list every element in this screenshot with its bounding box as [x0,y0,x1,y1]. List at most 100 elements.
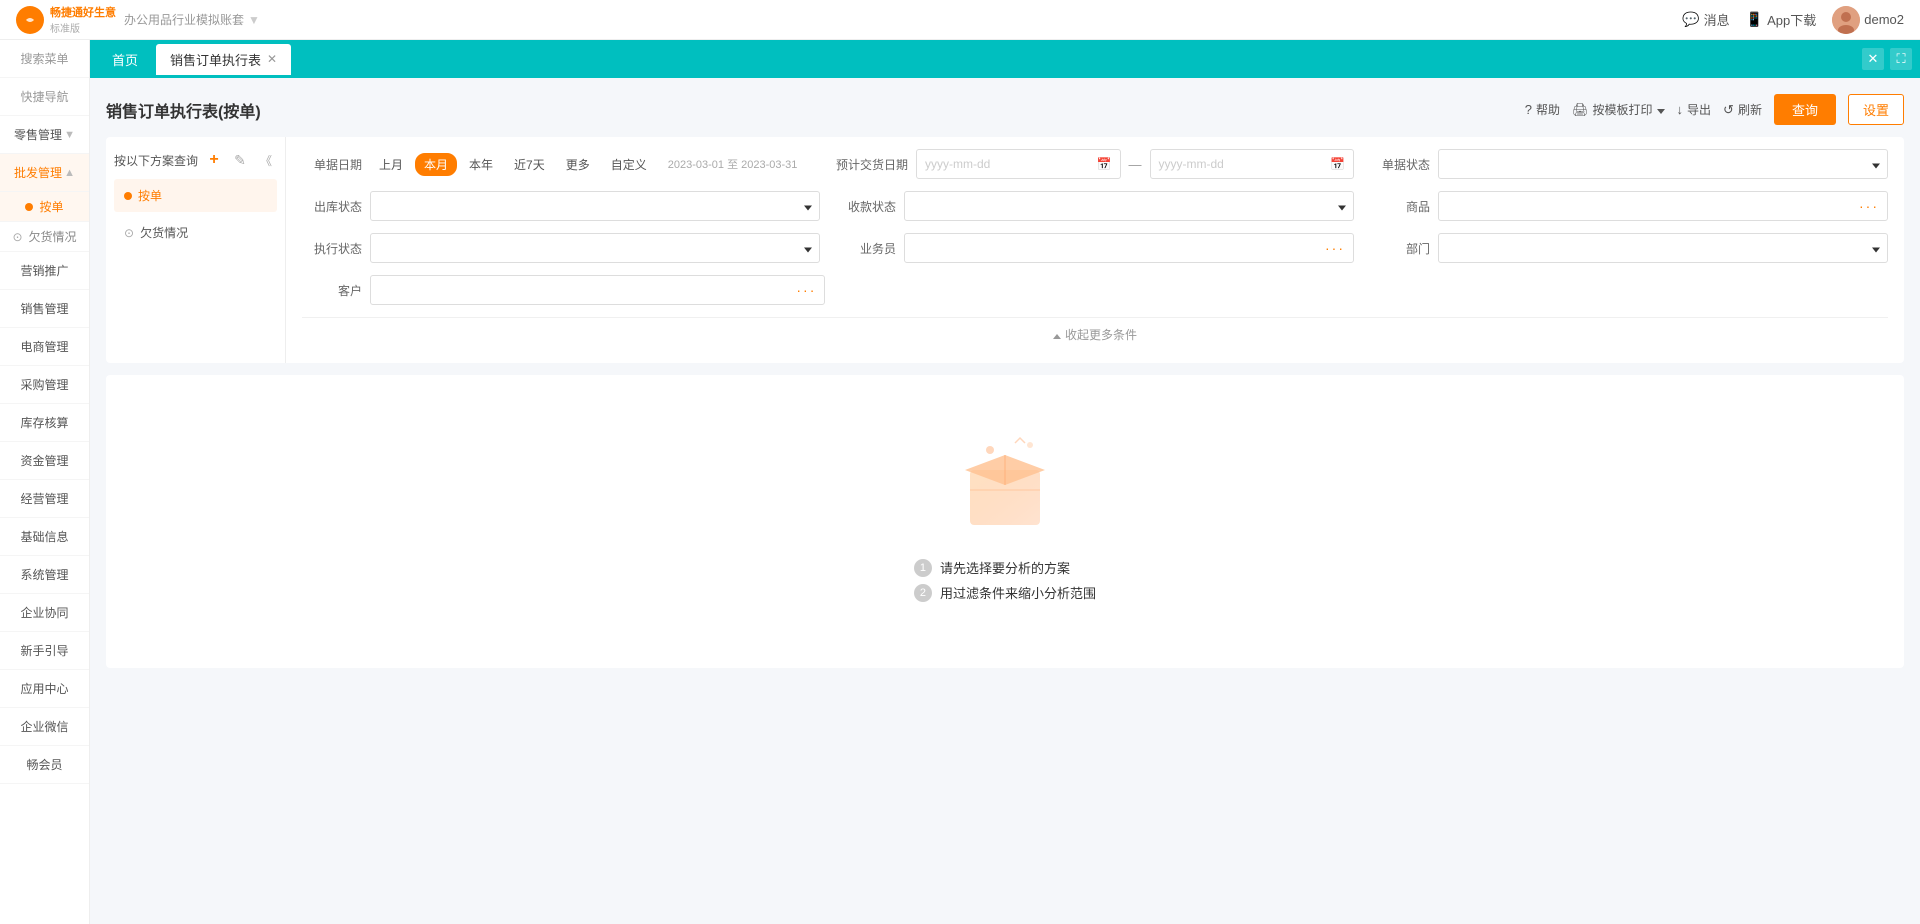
goods-input[interactable]: ··· [1438,191,1888,221]
filter-exec-status: 执行状态 [302,233,820,263]
date-btn-this-year[interactable]: 本年 [460,153,502,176]
sidebar-sub-order[interactable]: 按单 [0,192,89,222]
content-area: 首页 销售订单执行表 ✕ ✕ ⛶ 销售订单执行表(按单) ? 帮助 [90,40,1920,924]
sidebar-item-purchase[interactable]: 采购管理 [0,366,89,404]
filter-row-3: 执行状态 业务员 ··· [302,233,1888,263]
scheme-header: 按以下方案查询 + ✎ 《 [114,149,277,171]
export-button[interactable]: ↓ 导出 [1677,101,1712,118]
scheme-edit-button[interactable]: ✎ [229,149,251,171]
sidebar-item-member[interactable]: 畅会员 [0,746,89,784]
sidebar-item-search[interactable]: 搜索菜单 [0,40,89,78]
sidebar: 搜索菜单 快捷导航 零售管理 ▼ 批发管理 ▲ 按单 ⊙ 欠货情况 营销推广 销… [0,40,90,924]
sidebar-item-retail[interactable]: 零售管理 ▼ [0,116,89,154]
clock-icon: ⊙ [12,230,22,244]
user-avatar[interactable]: demo2 [1832,6,1904,34]
sidebar-item-system[interactable]: 系统管理 [0,556,89,594]
tab-close-window-button[interactable]: ✕ [1862,48,1884,70]
salesperson-input[interactable]: ··· [904,233,1354,263]
chevron-up-icon [1053,328,1061,342]
filter-goods: 商品 ··· [1370,191,1888,221]
calendar-icon-2: 📅 [1330,157,1345,171]
delivery-date-to[interactable]: yyyy-mm-dd 📅 [1150,149,1355,179]
print-icon: 🖨 [1572,102,1589,118]
page-title: 销售订单执行表(按单) [106,98,261,122]
header-right: 💬 消息 📱 App下载 demo2 [1682,6,1904,34]
page-content: 销售订单执行表(按单) ? 帮助 🖨 按模板打印 ↓ 导出 [90,78,1920,924]
scheme-dot-icon [124,192,132,200]
date-btn-7days[interactable]: 近7天 [505,153,554,176]
sidebar-item-wholesale[interactable]: 批发管理 ▲ [0,154,89,192]
date-range-display: 2023-03-01 至 2023-03-31 [668,156,798,172]
filter-payment-status: 收款状态 [836,191,1354,221]
payment-status-select[interactable] [904,191,1354,221]
chevron-down-icon [1657,103,1665,117]
warehouse-status-select[interactable] [370,191,820,221]
sidebar-item-newbie[interactable]: 新手引导 [0,632,89,670]
breadcrumb: 办公用品行业模拟账套 ▼ [124,11,260,28]
customer-input[interactable]: ··· [370,275,825,305]
tab-controls: ✕ ⛶ [1862,48,1912,70]
tab-sales-order[interactable]: 销售订单执行表 ✕ [156,44,291,75]
tab-home[interactable]: 首页 [98,44,152,75]
calendar-icon: 📅 [1097,157,1112,171]
scheme-add-button[interactable]: + [203,149,225,171]
print-template-button[interactable]: 🖨 按模板打印 [1572,101,1665,118]
scheme-collapse-button[interactable]: 《 [255,149,277,171]
empty-illustration [945,435,1065,538]
refresh-button[interactable]: ↺ 刷新 [1723,101,1762,118]
tab-close-icon[interactable]: ✕ [267,52,277,66]
single-status-select[interactable] [1438,149,1888,179]
empty-state: 1 请先选择要分析的方案 2 用过滤条件来缩小分析范围 [106,375,1904,668]
filter-single-status: 单据状态 [1370,149,1888,179]
filter-department: 部门 [1370,233,1888,263]
chevron-down-icon-exec [804,241,812,256]
app-download-button[interactable]: 📱 App下载 [1746,10,1817,29]
date-btn-last-month[interactable]: 上月 [370,153,412,176]
sidebar-item-corp-wechat[interactable]: 企业微信 [0,708,89,746]
split-panel: 按以下方案查询 + ✎ 《 [106,137,1904,363]
sidebar-item-enterprise[interactable]: 企业协同 [0,594,89,632]
sidebar-item-inventory[interactable]: 库存核算 [0,404,89,442]
sidebar-item-ecommerce[interactable]: 电商管理 [0,328,89,366]
date-btn-custom[interactable]: 自定义 [602,153,656,176]
date-btn-more[interactable]: 更多 [557,153,599,176]
scheme-actions: + ✎ 《 [203,149,277,171]
page-title-bar: 销售订单执行表(按单) ? 帮助 🖨 按模板打印 ↓ 导出 [106,94,1904,125]
filter-row-2: 出库状态 收款状态 [302,191,1888,221]
sidebar-item-quick-nav[interactable]: 快捷导航 [0,78,89,116]
sidebar-sub-owe[interactable]: ⊙ 欠货情况 [0,222,89,252]
refresh-icon: ↺ [1723,102,1734,118]
scheme-item-owe[interactable]: ⊙ 欠货情况 [114,216,277,249]
sidebar-item-basic[interactable]: 基础信息 [0,518,89,556]
message-button[interactable]: 💬 消息 [1682,10,1729,29]
tab-maximize-button[interactable]: ⛶ [1890,48,1912,70]
filter-salesperson: 业务员 ··· [836,233,1354,263]
empty-steps: 1 请先选择要分析的方案 2 用过滤条件来缩小分析范围 [914,558,1096,608]
search-button[interactable]: 查询 [1774,94,1836,125]
logo-icon [16,6,44,34]
exec-status-select[interactable] [370,233,820,263]
collapse-more-button[interactable]: 收起更多条件 [1053,326,1137,343]
help-icon: ? [1525,102,1532,117]
settings-button[interactable]: 设置 [1848,94,1904,125]
export-icon: ↓ [1677,102,1684,117]
filter-single-date: 单据日期 上月 本月 本年 近7天 更多 自定义 2023-03-01 至 20… [302,153,820,176]
filter-row-1: 单据日期 上月 本月 本年 近7天 更多 自定义 2023-03-01 至 20… [302,149,1888,179]
clock-small-icon: ⊙ [124,226,134,240]
scheme-item-order[interactable]: 按单 [114,179,277,212]
sidebar-item-finance[interactable]: 资金管理 [0,442,89,480]
page-actions: ? 帮助 🖨 按模板打印 ↓ 导出 ↺ 刷新 [1525,94,1904,125]
delivery-date-from[interactable]: yyyy-mm-dd 📅 [916,149,1121,179]
department-select[interactable] [1438,233,1888,263]
tab-bar: 首页 销售订单执行表 ✕ ✕ ⛶ [90,40,1920,78]
chevron-down-icon-payment [1338,199,1346,214]
sidebar-item-app-center[interactable]: 应用中心 [0,670,89,708]
chevron-down-icon-status [1872,157,1880,172]
sidebar-item-sales[interactable]: 销售管理 [0,290,89,328]
date-btn-this-month[interactable]: 本月 [415,153,457,176]
empty-box-icon [945,435,1065,535]
chevron-down-icon-warehouse [804,199,812,214]
sidebar-item-operation[interactable]: 经营管理 [0,480,89,518]
sidebar-item-marketing[interactable]: 营销推广 [0,252,89,290]
help-button[interactable]: ? 帮助 [1525,101,1560,118]
